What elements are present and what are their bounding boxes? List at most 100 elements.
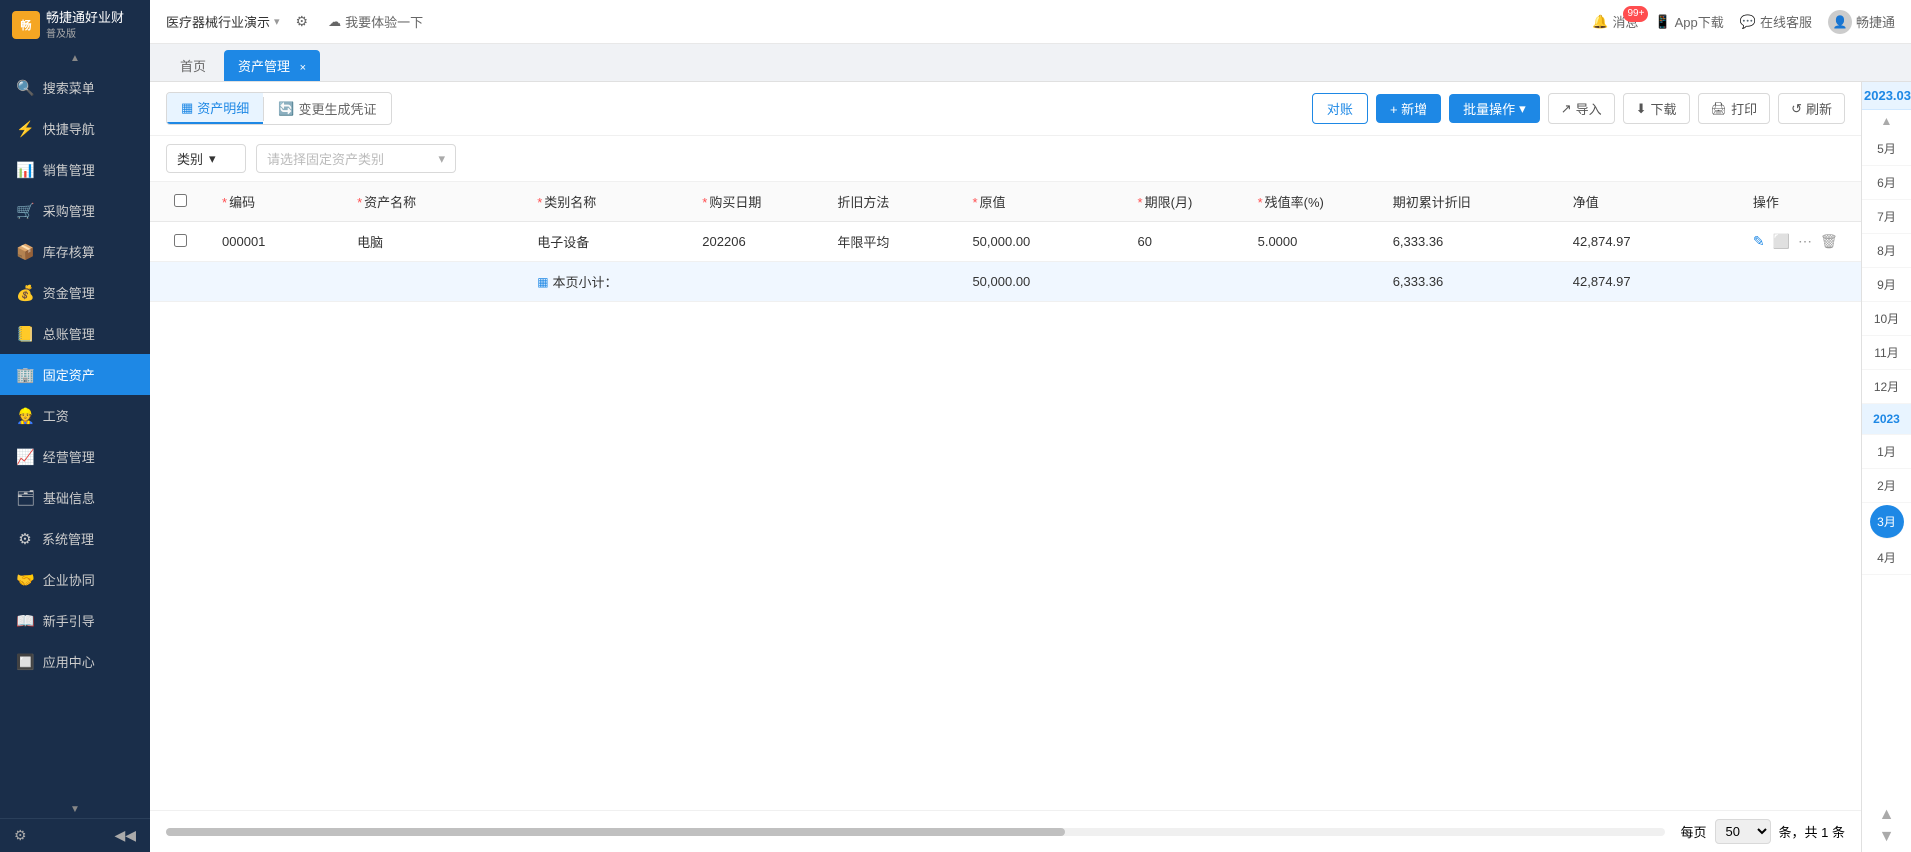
- subtotal-net-value: 42,874.97: [1561, 262, 1741, 302]
- sidebar-item-enterprise[interactable]: 🤝 企业协同: [0, 559, 150, 600]
- service-icon: 💬: [1740, 14, 1756, 30]
- select-all-checkbox[interactable]: [174, 194, 187, 207]
- row-name: 电脑: [345, 222, 525, 262]
- date-item-9[interactable]: 9月: [1862, 268, 1911, 302]
- right-panel-year-label: 2023.03: [1862, 82, 1911, 110]
- tab-change-voucher[interactable]: 🔄 变更生成凭证: [264, 94, 390, 123]
- sidebar-item-payroll[interactable]: 👷 工资: [0, 395, 150, 436]
- per-page-select[interactable]: 50 100 200: [1715, 819, 1771, 844]
- sidebar-item-payroll-label: 工资: [43, 406, 69, 425]
- sidebar-nav: 🔍 搜索菜单 ⚡ 快捷导航 📊 销售管理 🛒 采购管理 📦 库存核算 💰 资金管…: [0, 67, 150, 801]
- date-item-11[interactable]: 11月: [1862, 336, 1911, 370]
- col-category-header: *类别名称: [525, 182, 690, 222]
- collapse-icon[interactable]: ◀◀: [114, 827, 136, 844]
- date-item-5[interactable]: 5月: [1862, 132, 1911, 166]
- sidebar-item-system[interactable]: ⚙ 系统管理: [0, 518, 150, 559]
- copy-icon[interactable]: ⬜: [1773, 233, 1790, 250]
- app-download-label: App下载: [1675, 12, 1724, 31]
- more-icon[interactable]: ⋯: [1798, 233, 1812, 250]
- date-item-6[interactable]: 6月: [1862, 166, 1911, 200]
- row-checkbox[interactable]: [174, 234, 187, 247]
- sidebar-item-enterprise-label: 企业协同: [43, 570, 95, 589]
- subtotal-empty-check: [150, 262, 210, 302]
- ledger-icon: 📒: [16, 325, 35, 343]
- batch-button[interactable]: 批量操作 ▾: [1449, 94, 1540, 123]
- date-item-7[interactable]: 7月: [1862, 200, 1911, 234]
- sidebar-item-guide[interactable]: 📖 新手引导: [0, 600, 150, 641]
- sidebar-item-search[interactable]: 🔍 搜索菜单: [0, 67, 150, 108]
- date-item-12[interactable]: 12月: [1862, 370, 1911, 404]
- experience-text: 我要体验一下: [345, 12, 423, 31]
- tab-close-icon[interactable]: ×: [300, 62, 306, 74]
- category-input[interactable]: 请选择固定资产类别 ▾: [256, 144, 456, 173]
- company-selector[interactable]: 医疗器械行业演示 ▾: [166, 12, 280, 31]
- sidebar-item-operations[interactable]: 📈 经营管理: [0, 436, 150, 477]
- tab-asset-management[interactable]: 资产管理 ×: [224, 50, 320, 81]
- settings-icon[interactable]: ⚙: [14, 827, 27, 844]
- date-item-8[interactable]: 8月: [1862, 234, 1911, 268]
- row-purchase-date: 202206: [690, 222, 825, 262]
- app-download-btn[interactable]: 📱 App下载: [1654, 12, 1723, 31]
- sidebar-item-search-label: 搜索菜单: [43, 78, 95, 97]
- pagination-bar: 每页 50 100 200 条，共 1 条: [150, 810, 1861, 852]
- refresh-button[interactable]: ↺ 刷新: [1778, 93, 1845, 124]
- topbar: 医疗器械行业演示 ▾ ⚙ ☁ 我要体验一下 🔔 消息 99+ 📱 App下载 💬…: [150, 0, 1911, 44]
- inventory-icon: 📦: [16, 243, 35, 261]
- user-btn[interactable]: 👤 畅捷通: [1828, 10, 1895, 34]
- experience-btn[interactable]: ☁ 我要体验一下: [328, 12, 423, 31]
- sidebar-item-apps[interactable]: 🔲 应用中心: [0, 641, 150, 682]
- company-gear-icon[interactable]: ⚙: [296, 13, 309, 30]
- date-item-1[interactable]: 1月: [1862, 435, 1911, 469]
- username: 畅捷通: [1856, 12, 1895, 31]
- sidebar-scroll-up[interactable]: ▲: [0, 50, 150, 67]
- sidebar-item-fixed-assets-label: 固定资产: [43, 365, 95, 384]
- funds-icon: 💰: [16, 284, 35, 302]
- edit-icon[interactable]: ✎: [1753, 233, 1765, 250]
- sidebar-item-quicknav[interactable]: ⚡ 快捷导航: [0, 108, 150, 149]
- subtotal-row: ▦ 本页小计： 50,000.00 6,333.36 4: [150, 262, 1861, 302]
- sidebar-item-basic-info-label: 基础信息: [43, 488, 95, 507]
- sidebar-item-inventory[interactable]: 📦 库存核算: [0, 231, 150, 272]
- date-item-3-current[interactable]: 3月: [1870, 505, 1904, 539]
- tab-home[interactable]: 首页: [166, 50, 220, 81]
- sidebar-scroll-down[interactable]: ▼: [0, 801, 150, 818]
- date-item-4[interactable]: 4月: [1862, 541, 1911, 575]
- logo-name: 畅捷通好业财: [46, 10, 124, 26]
- subtotal-empty-rate: [1246, 262, 1381, 302]
- sidebar-item-sales[interactable]: 📊 销售管理: [0, 149, 150, 190]
- import-button[interactable]: ↗ 导入: [1548, 93, 1615, 124]
- sidebar-item-ledger[interactable]: 📒 总账管理: [0, 313, 150, 354]
- new-button[interactable]: + 新增: [1376, 94, 1441, 123]
- sidebar-bottom: ⚙ ◀◀: [0, 818, 150, 852]
- account-button[interactable]: 对账: [1312, 93, 1368, 124]
- row-depr-method: 年限平均: [825, 222, 960, 262]
- delete-icon[interactable]: 🗑: [1820, 233, 1838, 250]
- date-item-year-2023: 2023: [1862, 404, 1911, 435]
- date-item-10[interactable]: 10月: [1862, 302, 1911, 336]
- col-operations-header: 操作: [1741, 182, 1861, 222]
- date-scroll-up-btn[interactable]: ▲: [1862, 110, 1911, 132]
- purchase-icon: 🛒: [16, 202, 35, 220]
- per-page-label: 每页: [1681, 822, 1707, 841]
- fixed-assets-icon: 🏢: [16, 366, 35, 384]
- panel-bottom-up-icon[interactable]: ▲: [1868, 806, 1905, 824]
- row-actions-cell: ✎ ⬜ ⋯ 🗑: [1741, 222, 1861, 262]
- subtotal-original-value: 50,000.00: [960, 262, 1125, 302]
- horizontal-scrollbar-thumb[interactable]: [166, 828, 1065, 836]
- category-filter-select[interactable]: 类别 ▾: [166, 144, 246, 173]
- total-label: 条，共 1 条: [1779, 822, 1845, 841]
- sidebar-item-fixed-assets[interactable]: 🏢 固定资产: [0, 354, 150, 395]
- subtotal-label-cell: ▦ 本页小计：: [525, 262, 690, 302]
- sidebar-item-purchase[interactable]: 🛒 采购管理: [0, 190, 150, 231]
- tab-asset-detail[interactable]: ▦ 资产明细: [167, 93, 263, 124]
- online-service-btn[interactable]: 💬 在线客服: [1740, 12, 1812, 31]
- panel-bottom-down-icon[interactable]: ▼: [1868, 828, 1905, 846]
- date-item-2[interactable]: 2月: [1862, 469, 1911, 503]
- messages-btn[interactable]: 🔔 消息 99+: [1592, 12, 1638, 31]
- sidebar-item-funds[interactable]: 💰 资金管理: [0, 272, 150, 313]
- sidebar-item-basic-info[interactable]: 🗂 基础信息: [0, 477, 150, 518]
- horizontal-scrollbar-track[interactable]: [166, 828, 1665, 836]
- download-button[interactable]: ⬇ 下载: [1623, 93, 1690, 124]
- print-button[interactable]: 🖨 打印: [1698, 93, 1771, 124]
- subtotal-empty-date: [690, 262, 825, 302]
